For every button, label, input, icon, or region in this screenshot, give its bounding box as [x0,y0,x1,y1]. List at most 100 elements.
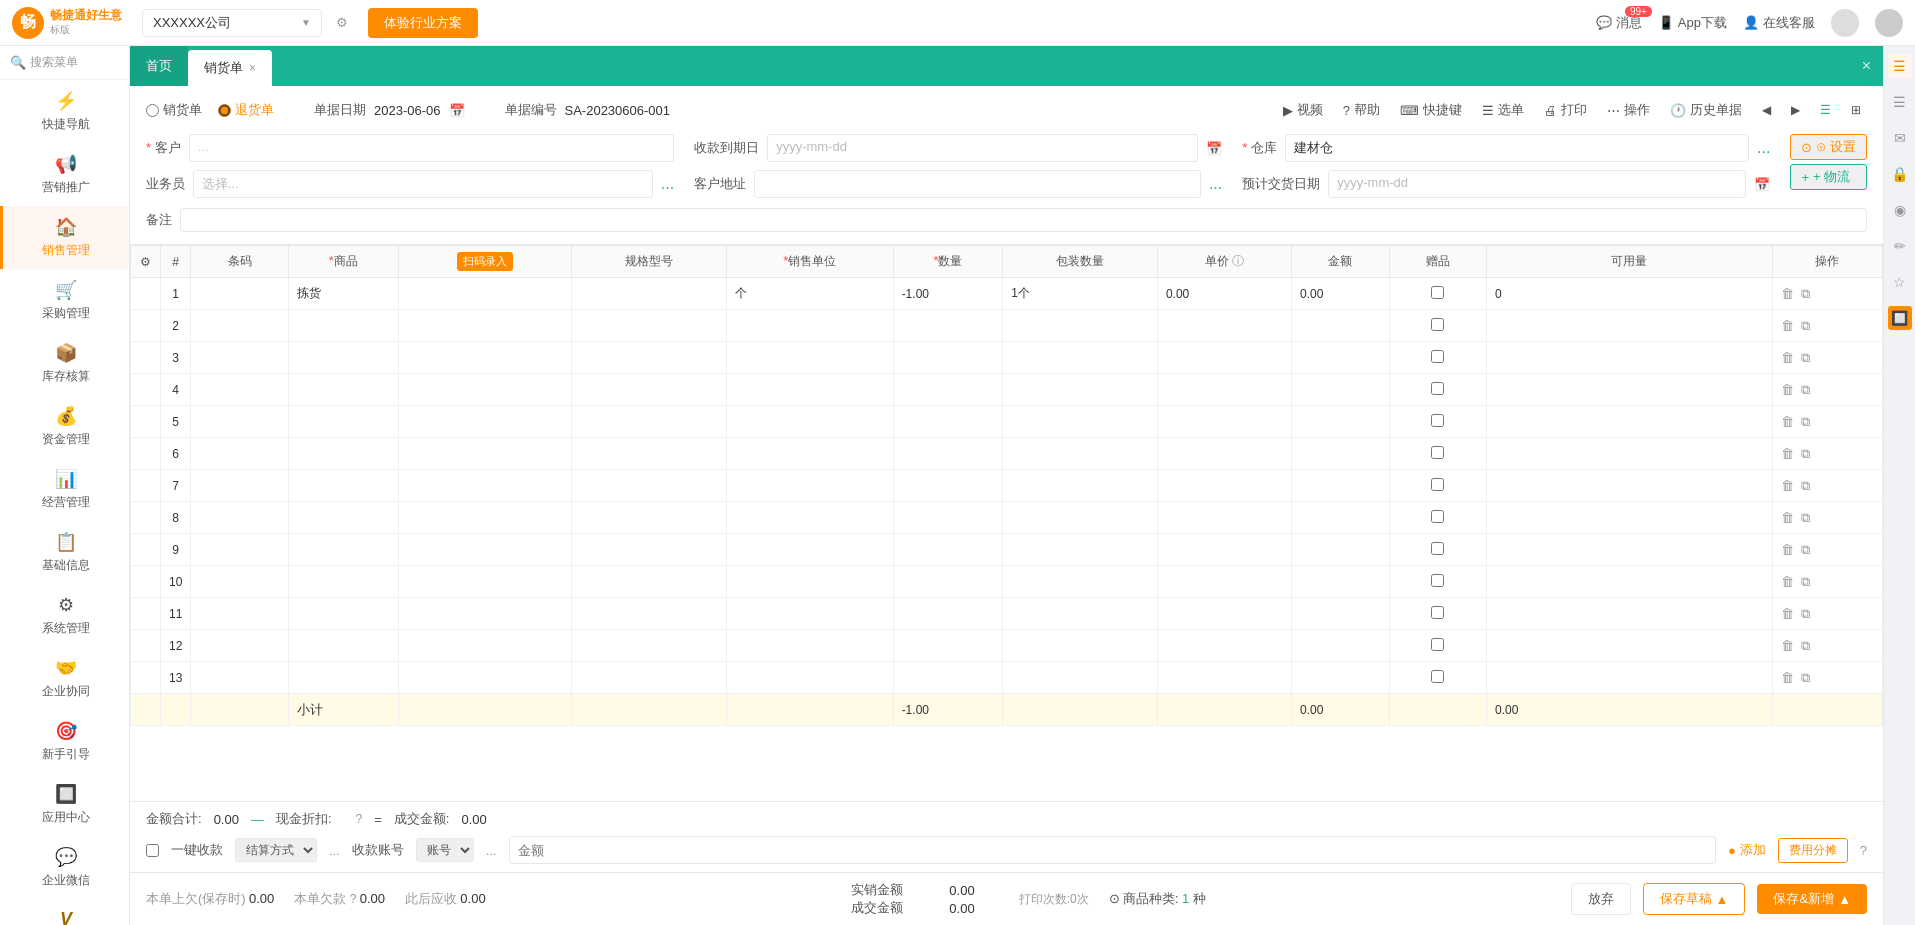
row-price-9[interactable] [1157,566,1291,598]
expense-help-icon[interactable]: ? [1860,843,1867,858]
video-button[interactable]: ▶ 视频 [1277,98,1329,122]
row-product-1[interactable] [288,310,398,342]
row-gift-2[interactable] [1389,342,1487,374]
row-settings-0[interactable] [131,278,161,310]
price-info-icon[interactable]: ⓘ [1232,254,1244,268]
tab-close-icon[interactable]: × [249,61,256,75]
shortcut-button[interactable]: ⌨ 快捷键 [1394,98,1468,122]
sidebar-item-member[interactable]: V 畅会员 [0,899,129,925]
row-unit-4[interactable] [726,406,893,438]
copy-row-icon-9[interactable]: ⧉ [1801,574,1810,589]
row-pack-qty-3[interactable] [1003,374,1158,406]
row-spec-4[interactable] [572,406,727,438]
arrears-info-icon[interactable]: ? [350,892,357,906]
col-scan[interactable]: 扫码录入 [398,246,572,278]
delete-row-icon-4[interactable]: 🗑 [1781,414,1794,429]
col-settings[interactable]: ⚙ [131,246,161,278]
form-settings-button[interactable]: ⊙ ⊙ 设置 [1790,134,1867,160]
try-industry-button[interactable]: 体验行业方案 [368,8,478,38]
calendar-icon[interactable]: 📅 [449,103,465,118]
row-unit-1[interactable] [726,310,893,342]
copy-row-icon-6[interactable]: ⧉ [1801,478,1810,493]
row-amount-4[interactable] [1291,406,1389,438]
row-unit-6[interactable] [726,470,893,502]
amount-input[interactable] [509,836,1716,864]
row-settings-10[interactable] [131,598,161,630]
row-spec-2[interactable] [572,342,727,374]
right-sidebar-btn-3[interactable]: ✉ [1888,126,1912,150]
customer-addr-more-icon[interactable]: ... [1209,175,1222,193]
row-spec-0[interactable] [572,278,727,310]
sidebar-item-basics[interactable]: 📋 基础信息 [0,521,129,584]
logistics-button[interactable]: + + 物流 [1790,164,1867,190]
row-qty-9[interactable] [893,566,1003,598]
copy-row-icon-4[interactable]: ⧉ [1801,414,1810,429]
row-gift-9[interactable] [1389,566,1487,598]
row-price-12[interactable] [1157,662,1291,694]
copy-row-icon-0[interactable]: ⧉ [1801,286,1810,301]
row-price-6[interactable] [1157,470,1291,502]
delete-row-icon-6[interactable]: 🗑 [1781,478,1794,493]
save-draft-button[interactable]: 保存草稿 ▲ [1643,883,1746,915]
notes-input[interactable] [180,208,1867,232]
row-product-3[interactable] [288,374,398,406]
prev-button[interactable]: ◀ [1756,100,1777,120]
sidebar-item-marketing[interactable]: 📢 营销推广 [0,143,129,206]
right-sidebar-btn-8[interactable]: 🔲 [1888,306,1912,330]
row-price-10[interactable] [1157,598,1291,630]
sidebar-item-appstore[interactable]: 🔲 应用中心 [0,773,129,836]
copy-row-icon-3[interactable]: ⧉ [1801,382,1810,397]
row-pack-qty-10[interactable] [1003,598,1158,630]
row-spec-12[interactable] [572,662,727,694]
row-amount-7[interactable] [1291,502,1389,534]
history-button[interactable]: 🕐 历史单据 [1664,98,1748,122]
row-barcode-5[interactable] [191,438,289,470]
pay-method-select[interactable]: 结算方式 [235,838,317,862]
row-amount-2[interactable] [1291,342,1389,374]
row-pack-qty-2[interactable] [1003,342,1158,374]
tab-sales-order[interactable]: 销货单 × [188,50,272,86]
copy-row-icon-2[interactable]: ⧉ [1801,350,1810,365]
expected-date-input[interactable]: yyyy-mm-dd [1328,170,1746,198]
copy-row-icon-8[interactable]: ⧉ [1801,542,1810,557]
row-gift-0[interactable] [1389,278,1487,310]
print-button[interactable]: 🖨 打印 [1538,98,1593,122]
row-spec-3[interactable] [572,374,727,406]
row-amount-9[interactable] [1291,566,1389,598]
row-qty-3[interactable] [893,374,1003,406]
delete-row-icon-8[interactable]: 🗑 [1781,542,1794,557]
delete-row-icon-5[interactable]: 🗑 [1781,446,1794,461]
row-spec-9[interactable] [572,566,727,598]
search-menu-button[interactable]: 🔍 搜索菜单 [0,46,129,80]
next-button[interactable]: ▶ [1785,100,1806,120]
row-pack-qty-9[interactable] [1003,566,1158,598]
row-product-4[interactable] [288,406,398,438]
row-unit-8[interactable] [726,534,893,566]
row-barcode-6[interactable] [191,470,289,502]
online-service-button[interactable]: 👤 在线客服 [1743,14,1815,32]
tab-home[interactable]: 首页 [130,46,188,86]
row-settings-6[interactable] [131,470,161,502]
row-unit-0[interactable]: 个 [726,278,893,310]
tab-bar-close-button[interactable]: × [1850,46,1883,86]
row-pack-qty-4[interactable] [1003,406,1158,438]
row-qty-11[interactable] [893,630,1003,662]
copy-row-icon-10[interactable]: ⧉ [1801,606,1810,621]
row-price-11[interactable] [1157,630,1291,662]
sidebar-item-operations[interactable]: 📊 经营管理 [0,458,129,521]
pay-method-more-icon[interactable]: ... [329,843,340,858]
row-settings-2[interactable] [131,342,161,374]
row-price-7[interactable] [1157,502,1291,534]
delete-row-icon-0[interactable]: 🗑 [1781,286,1794,301]
row-unit-3[interactable] [726,374,893,406]
row-qty-8[interactable] [893,534,1003,566]
delete-row-icon-7[interactable]: 🗑 [1781,510,1794,525]
row-barcode-3[interactable] [191,374,289,406]
copy-row-icon-7[interactable]: ⧉ [1801,510,1810,525]
account-select[interactable]: 账号 [416,838,474,862]
sidebar-item-finance[interactable]: 💰 资金管理 [0,395,129,458]
sidebar-item-purchase[interactable]: 🛒 采购管理 [0,269,129,332]
row-gift-11[interactable] [1389,630,1487,662]
one-click-pay-checkbox[interactable] [146,844,159,857]
row-pack-qty-7[interactable] [1003,502,1158,534]
